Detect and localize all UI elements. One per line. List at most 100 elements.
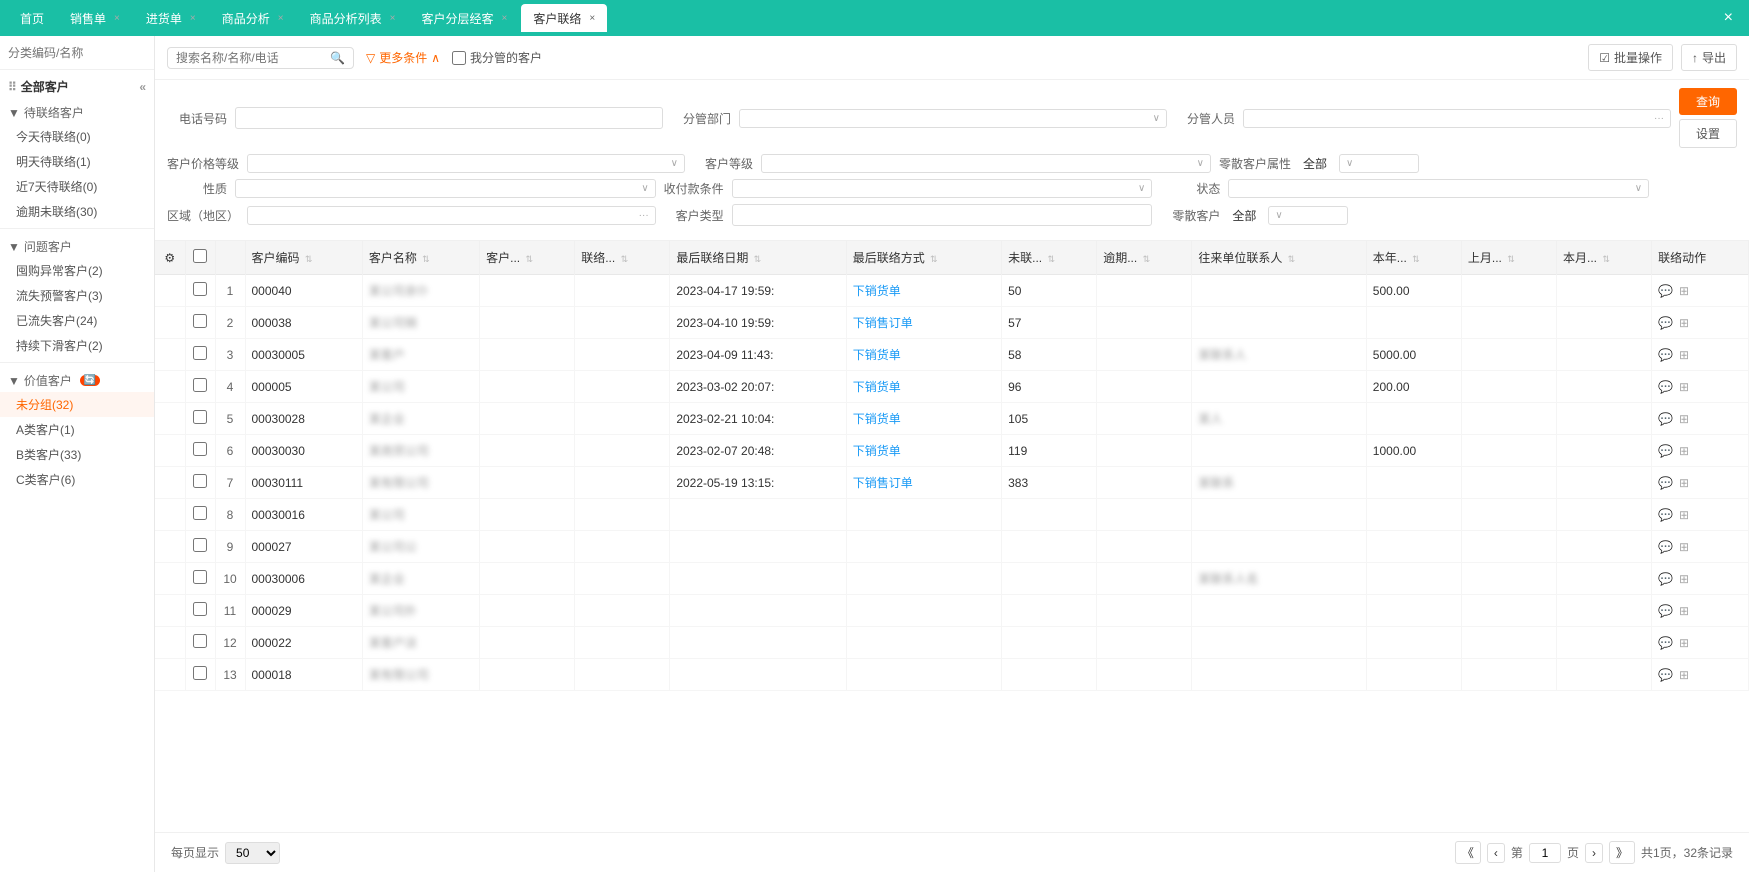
chat-icon[interactable]: 💬 [1658,636,1673,650]
sidebar-item-tomorrow-pending[interactable]: 明天待联络(1) [0,149,154,174]
chat-icon[interactable]: 💬 [1658,284,1673,298]
price-level-select[interactable]: ∨ [247,154,685,173]
chat-icon[interactable]: 💬 [1658,412,1673,426]
chat-icon[interactable]: 💬 [1658,380,1673,394]
retail-select[interactable]: ∨ [1268,206,1348,225]
chat-icon[interactable]: 💬 [1658,444,1673,458]
grid-icon[interactable]: ⊞ [1679,348,1689,362]
grid-icon[interactable]: ⊞ [1679,412,1689,426]
search-input[interactable] [176,51,326,65]
sidebar-item-ungrouped[interactable]: 未分组(32) [0,392,154,417]
grid-icon[interactable]: ⊞ [1679,668,1689,682]
col-overdue[interactable]: 逾期... ⇅ [1097,241,1192,275]
prev-page-button[interactable]: ‹ [1487,843,1505,863]
first-page-button[interactable]: 《 [1455,841,1481,864]
col-last-month[interactable]: 上月... ⇅ [1461,241,1556,275]
chat-icon[interactable]: 💬 [1658,668,1673,682]
grid-icon[interactable]: ⊞ [1679,380,1689,394]
last-way-link[interactable]: 下销货单 [853,348,901,362]
all-customers-header[interactable]: ⠿ 全部客户 « [0,70,154,99]
last-way-link[interactable]: 下销售订单 [853,476,913,490]
status-select[interactable]: ∨ [1228,179,1649,198]
col-unit-contact[interactable]: 往来单位联系人 ⇅ [1192,241,1366,275]
region-select[interactable]: ··· [247,206,656,225]
row-checkbox[interactable] [193,666,207,680]
row-checkbox[interactable] [193,282,207,296]
sidebar-item-hoard-abnormal[interactable]: 囤购异常客户(2) [0,258,154,283]
my-customers-checkbox-label[interactable]: 我分管的客户 [452,49,542,66]
col-uncontacted[interactable]: 未联... ⇅ [1002,241,1097,275]
chat-icon[interactable]: 💬 [1658,476,1673,490]
sidebar-search-input[interactable] [8,46,155,60]
grid-icon[interactable]: ⊞ [1679,508,1689,522]
customer-attr-select[interactable]: ∨ [1339,154,1419,173]
row-checkbox[interactable] [193,634,207,648]
col-contact[interactable]: 联络... ⇅ [575,241,670,275]
col-this-year[interactable]: 本年... ⇅ [1366,241,1461,275]
next-page-button[interactable]: › [1585,843,1603,863]
export-button[interactable]: ↑ 导出 [1681,44,1737,71]
window-close-button[interactable]: × [1716,9,1741,27]
row-checkbox[interactable] [193,538,207,552]
row-checkbox[interactable] [193,570,207,584]
col-type[interactable]: 客户... ⇅ [480,241,575,275]
search-icon[interactable]: 🔍 [330,51,345,65]
tab-product-analysis[interactable]: 商品分析 × [210,4,296,32]
sidebar-item-overdue-pending[interactable]: 逾期未联络(30) [0,199,154,224]
last-way-link[interactable]: 下销货单 [853,284,901,298]
my-customers-checkbox[interactable] [452,51,466,65]
grid-icon[interactable]: ⊞ [1679,284,1689,298]
col-name[interactable]: 客户名称 ⇅ [362,241,479,275]
tab-sales[interactable]: 销售单 × [58,4,132,32]
close-customer-contact-icon[interactable]: × [589,13,595,24]
last-way-link[interactable]: 下销售订单 [853,316,913,330]
sidebar-item-c-class[interactable]: C类客户(6) [0,467,154,492]
sidebar-group-problem[interactable]: ▼ 问题客户 [0,233,154,258]
payment-select[interactable]: ∨ [732,179,1153,198]
close-sales-icon[interactable]: × [114,13,120,24]
customer-type-input[interactable] [732,204,1153,226]
row-checkbox[interactable] [193,506,207,520]
sidebar-item-b-class[interactable]: B类客户(33) [0,442,154,467]
col-code[interactable]: 客户编码 ⇅ [245,241,362,275]
dept-select[interactable]: ∨ [739,109,1167,128]
sidebar-item-churn-warning[interactable]: 流失预警客户(3) [0,283,154,308]
phone-input[interactable] [235,107,663,129]
nature-select[interactable]: ∨ [235,179,656,198]
sidebar-item-today-pending[interactable]: 今天待联络(0) [0,124,154,149]
grid-icon[interactable]: ⊞ [1679,572,1689,586]
chat-icon[interactable]: 💬 [1658,508,1673,522]
tab-home[interactable]: 首页 [8,4,56,32]
close-product-analysis-icon[interactable]: × [278,13,284,24]
select-all-checkbox[interactable] [193,249,207,263]
row-checkbox[interactable] [193,378,207,392]
gear-settings-icon[interactable]: ⚙ [164,251,175,265]
row-checkbox[interactable] [193,314,207,328]
tab-customer-contact[interactable]: 客户联络 × [521,4,607,32]
last-way-link[interactable]: 下销货单 [853,412,901,426]
sidebar-collapse-icon[interactable]: « [139,80,146,94]
row-checkbox[interactable] [193,474,207,488]
grid-icon[interactable]: ⊞ [1679,604,1689,618]
person-select[interactable]: ··· [1243,109,1671,128]
grid-icon[interactable]: ⊞ [1679,636,1689,650]
grid-icon[interactable]: ⊞ [1679,540,1689,554]
row-checkbox[interactable] [193,442,207,456]
sidebar-item-declining[interactable]: 持续下滑客户(2) [0,333,154,358]
tab-customer-segment[interactable]: 客户分层经客 × [409,4,519,32]
batch-op-button[interactable]: ☑ 批量操作 [1588,44,1673,71]
sidebar-item-churned[interactable]: 已流失客户(24) [0,308,154,333]
close-product-analysis-list-icon[interactable]: × [390,13,396,24]
col-last-way[interactable]: 最后联络方式 ⇅ [846,241,1001,275]
grid-icon[interactable]: ⊞ [1679,444,1689,458]
chat-icon[interactable]: 💬 [1658,540,1673,554]
page-number-input[interactable] [1529,843,1561,863]
more-conditions-button[interactable]: ▽ 更多条件 ∧ [366,49,440,66]
col-this-month[interactable]: 本月... ⇅ [1556,241,1651,275]
grid-icon[interactable]: ⊞ [1679,316,1689,330]
chat-icon[interactable]: 💬 [1658,572,1673,586]
row-checkbox[interactable] [193,346,207,360]
col-last-date[interactable]: 最后联络日期 ⇅ [670,241,846,275]
sidebar-item-7days-pending[interactable]: 近7天待联络(0) [0,174,154,199]
last-way-link[interactable]: 下销货单 [853,380,901,394]
